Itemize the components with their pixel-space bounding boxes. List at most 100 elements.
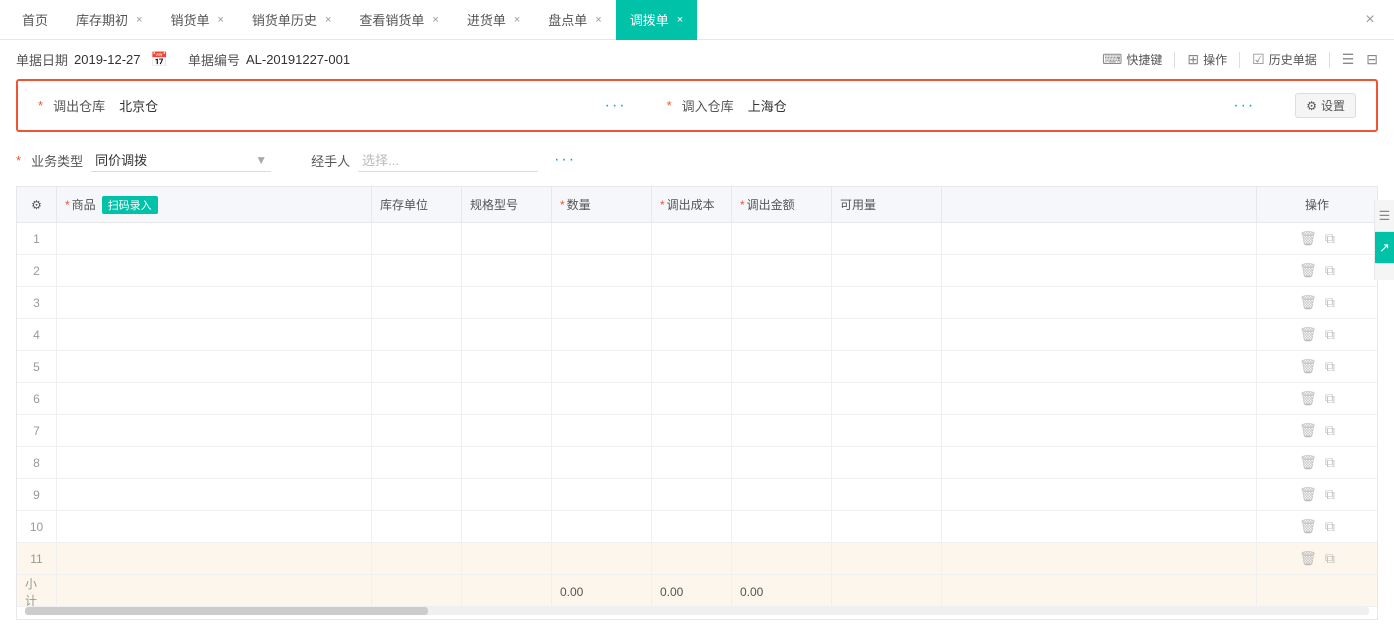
td-amount-1[interactable] xyxy=(732,223,832,254)
td-unit-10[interactable] xyxy=(372,511,462,542)
copy-icon-8[interactable]: ⧉ xyxy=(1325,454,1335,471)
td-qty-3[interactable] xyxy=(552,287,652,318)
delete-icon-9[interactable]: 🗑 xyxy=(1299,486,1317,503)
copy-icon-11[interactable]: ⧉ xyxy=(1325,550,1335,567)
td-product-2[interactable] xyxy=(57,255,372,286)
tab-transfer-close[interactable]: × xyxy=(677,14,683,26)
td-amount-2[interactable] xyxy=(732,255,832,286)
tab-view-sales-close[interactable]: × xyxy=(432,14,438,26)
tab-sales-order-close[interactable]: × xyxy=(217,14,223,26)
copy-icon-9[interactable]: ⧉ xyxy=(1325,486,1335,503)
td-product-5[interactable] xyxy=(57,351,372,382)
tab-inventory[interactable]: 盘点单 × xyxy=(534,0,615,40)
tab-home[interactable]: 首页 xyxy=(8,0,62,40)
td-qty-5[interactable] xyxy=(552,351,652,382)
td-qty-9[interactable] xyxy=(552,479,652,510)
td-qty-1[interactable] xyxy=(552,223,652,254)
history-btn[interactable]: ☑ 历史单据 xyxy=(1252,51,1317,68)
td-unit-7[interactable] xyxy=(372,415,462,446)
td-product-6[interactable] xyxy=(57,383,372,414)
td-unit-2[interactable] xyxy=(372,255,462,286)
tab-sales-order[interactable]: 销货单 × xyxy=(156,0,237,40)
copy-icon-6[interactable]: ⧉ xyxy=(1325,390,1335,407)
delete-icon-5[interactable]: 🗑 xyxy=(1299,358,1317,375)
td-product-3[interactable] xyxy=(57,287,372,318)
td-spec-11[interactable] xyxy=(462,543,552,574)
copy-icon-7[interactable]: ⧉ xyxy=(1325,422,1335,439)
td-spec-4[interactable] xyxy=(462,319,552,350)
delete-icon-6[interactable]: 🗑 xyxy=(1299,390,1317,407)
td-unit-3[interactable] xyxy=(372,287,462,318)
td-spec-2[interactable] xyxy=(462,255,552,286)
td-cost-1[interactable] xyxy=(652,223,732,254)
td-product-7[interactable] xyxy=(57,415,372,446)
td-available-10[interactable] xyxy=(832,511,942,542)
td-qty-2[interactable] xyxy=(552,255,652,286)
td-product-10[interactable] xyxy=(57,511,372,542)
out-warehouse-more-btn[interactable]: ··· xyxy=(605,97,627,115)
config-setting-btn[interactable]: ⚙ 设置 xyxy=(1295,93,1356,118)
scrollbar-thumb[interactable] xyxy=(25,607,428,615)
td-product-1[interactable] xyxy=(57,223,372,254)
td-available-3[interactable] xyxy=(832,287,942,318)
sidebar-export-icon[interactable]: ↗ xyxy=(1375,232,1394,264)
td-unit-11[interactable] xyxy=(372,543,462,574)
td-qty-7[interactable] xyxy=(552,415,652,446)
layout-btn-2[interactable]: ⊟ xyxy=(1366,51,1378,68)
delete-icon-10[interactable]: 🗑 xyxy=(1299,518,1317,535)
td-spec-1[interactable] xyxy=(462,223,552,254)
td-cost-11[interactable] xyxy=(652,543,732,574)
th-settings[interactable]: ⚙ xyxy=(17,187,57,222)
td-qty-8[interactable] xyxy=(552,447,652,478)
td-cost-4[interactable] xyxy=(652,319,732,350)
operations-btn[interactable]: ⊞ 操作 xyxy=(1187,51,1227,68)
td-spec-9[interactable] xyxy=(462,479,552,510)
person-select[interactable]: 选择... xyxy=(358,148,538,172)
td-qty-11[interactable] xyxy=(552,543,652,574)
td-cost-5[interactable] xyxy=(652,351,732,382)
td-available-5[interactable] xyxy=(832,351,942,382)
sidebar-list-icon[interactable]: ☰ xyxy=(1375,200,1394,232)
td-available-2[interactable] xyxy=(832,255,942,286)
td-available-8[interactable] xyxy=(832,447,942,478)
tab-sales-history-close[interactable]: × xyxy=(325,14,331,26)
person-more-btn[interactable]: ··· xyxy=(554,151,576,169)
td-product-9[interactable] xyxy=(57,479,372,510)
tab-sales-history[interactable]: 销货单历史 × xyxy=(238,0,345,40)
td-product-11[interactable] xyxy=(57,543,372,574)
td-qty-6[interactable] xyxy=(552,383,652,414)
td-spec-6[interactable] xyxy=(462,383,552,414)
td-spec-10[interactable] xyxy=(462,511,552,542)
copy-icon-2[interactable]: ⧉ xyxy=(1325,262,1335,279)
td-amount-8[interactable] xyxy=(732,447,832,478)
scan-btn[interactable]: 扫码录入 xyxy=(102,196,158,214)
tab-purchase-close[interactable]: × xyxy=(514,14,520,26)
td-available-9[interactable] xyxy=(832,479,942,510)
td-spec-5[interactable] xyxy=(462,351,552,382)
copy-icon-3[interactable]: ⧉ xyxy=(1325,294,1335,311)
copy-icon-5[interactable]: ⧉ xyxy=(1325,358,1335,375)
calendar-icon[interactable]: 📅 xyxy=(151,51,168,68)
td-amount-6[interactable] xyxy=(732,383,832,414)
delete-icon-1[interactable]: 🗑 xyxy=(1299,230,1317,247)
td-spec-8[interactable] xyxy=(462,447,552,478)
td-cost-6[interactable] xyxy=(652,383,732,414)
tab-inventory-init[interactable]: 库存期初 × xyxy=(62,0,156,40)
td-cost-10[interactable] xyxy=(652,511,732,542)
delete-icon-3[interactable]: 🗑 xyxy=(1299,294,1317,311)
delete-icon-7[interactable]: 🗑 xyxy=(1299,422,1317,439)
td-available-6[interactable] xyxy=(832,383,942,414)
td-amount-3[interactable] xyxy=(732,287,832,318)
delete-icon-4[interactable]: 🗑 xyxy=(1299,326,1317,343)
td-unit-5[interactable] xyxy=(372,351,462,382)
td-available-7[interactable] xyxy=(832,415,942,446)
horizontal-scrollbar[interactable] xyxy=(25,607,1369,615)
delete-icon-11[interactable]: 🗑 xyxy=(1299,550,1317,567)
tab-inventory-close[interactable]: × xyxy=(595,14,601,26)
td-cost-2[interactable] xyxy=(652,255,732,286)
td-unit-4[interactable] xyxy=(372,319,462,350)
td-unit-8[interactable] xyxy=(372,447,462,478)
td-amount-9[interactable] xyxy=(732,479,832,510)
delete-icon-2[interactable]: 🗑 xyxy=(1299,262,1317,279)
tab-view-sales[interactable]: 查看销货单 × xyxy=(345,0,452,40)
